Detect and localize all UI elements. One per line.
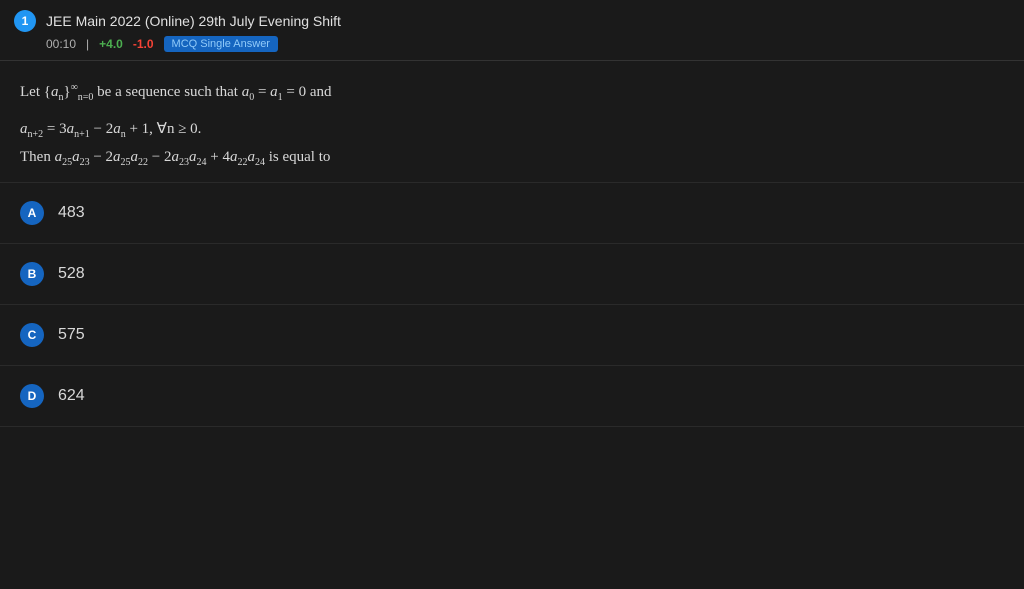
question-line3: Then a25a23 − 2a25a22 − 2a23a24 + 4a22a2… [20,144,1004,172]
exam-title: JEE Main 2022 (Online) 29th July Evening… [46,13,341,29]
option-badge-b: B [20,262,44,286]
option-value-b: 528 [58,265,85,283]
option-row-b[interactable]: B 528 [0,244,1024,305]
question-body: Let {an}∞n=0 be a sequence such that a0 … [0,61,1024,183]
question-line1: Let {an}∞n=0 be a sequence such that a0 … [20,79,1004,106]
option-badge-d: D [20,384,44,408]
option-value-c: 575 [58,326,85,344]
option-row-a[interactable]: A 483 [0,183,1024,244]
timer: 00:10 [46,37,76,51]
option-row-c[interactable]: C 575 [0,305,1024,366]
option-badge-c: C [20,323,44,347]
score-positive: +4.0 [99,37,123,51]
option-value-d: 624 [58,387,85,405]
question-line2: an+2 = 3an+1 − 2an + 1, ∀n ≥ 0. [20,116,1004,144]
mcq-badge: MCQ Single Answer [164,36,278,52]
question-number-badge: 1 [14,10,36,32]
header-meta: 00:10 | +4.0 -1.0 MCQ Single Answer [46,36,1010,52]
option-value-a: 483 [58,204,85,222]
option-badge-a: A [20,201,44,225]
options-container: A 483 B 528 C 575 D 624 [0,183,1024,427]
option-row-d[interactable]: D 624 [0,366,1024,427]
question-header: 1 JEE Main 2022 (Online) 29th July Eveni… [0,0,1024,61]
separator: | [86,37,89,51]
score-negative: -1.0 [133,37,154,51]
